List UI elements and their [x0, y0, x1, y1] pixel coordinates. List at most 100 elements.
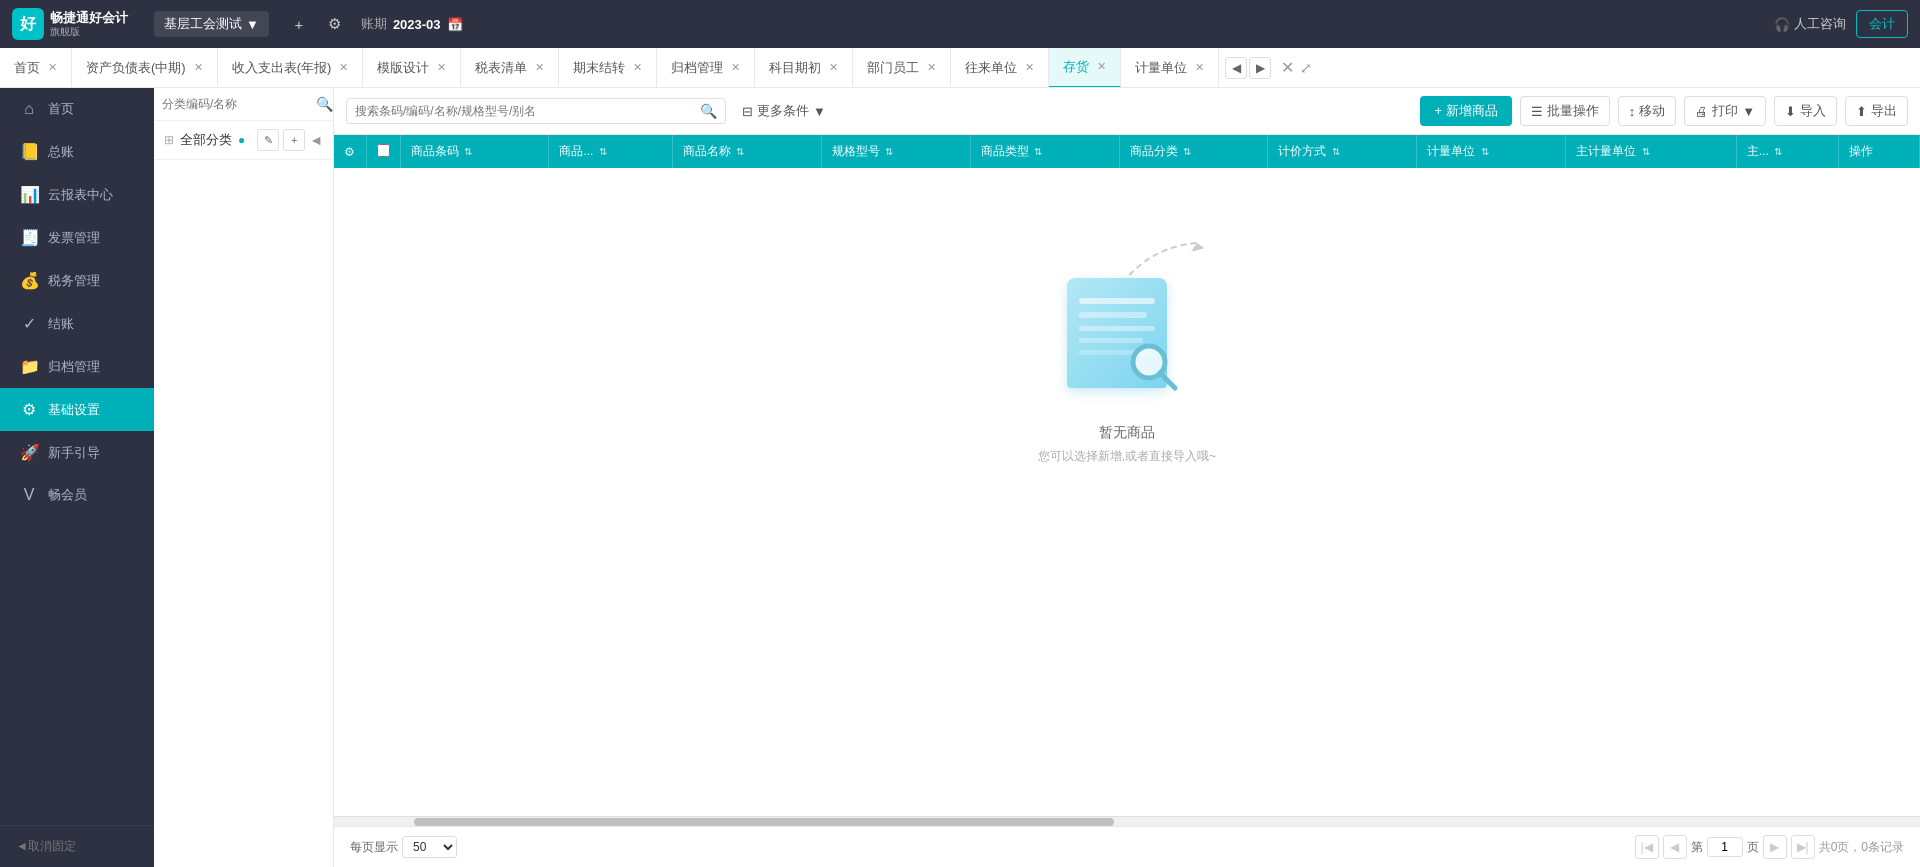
col-category[interactable]: 商品分类 ⇅: [1119, 135, 1268, 168]
expand-tab-button[interactable]: ⤢: [1300, 60, 1312, 76]
svg-line-2: [1160, 373, 1175, 388]
col-main-unit[interactable]: 主计量单位 ⇅: [1566, 135, 1737, 168]
col-code[interactable]: 商品... ⇅: [549, 135, 673, 168]
sidebar-item-home[interactable]: ⌂ 首页: [0, 88, 154, 130]
col-barcode[interactable]: 商品条码 ⇅: [400, 135, 549, 168]
category-check-icon: ●: [238, 133, 245, 147]
col-checkbox[interactable]: [366, 135, 400, 168]
unpin-label: ◄取消固定: [16, 838, 76, 855]
first-page-button[interactable]: |◀: [1635, 835, 1659, 859]
unpin-button[interactable]: ◄取消固定: [0, 825, 154, 867]
col-type[interactable]: 商品类型 ⇅: [970, 135, 1119, 168]
empty-title: 暂无商品: [1099, 424, 1155, 442]
scrollbar-thumb[interactable]: [414, 818, 1114, 826]
org-dropdown-icon: ▼: [246, 17, 259, 32]
tab-archive[interactable]: 归档管理 ✕: [657, 48, 755, 88]
tab-close-inventory[interactable]: ✕: [1097, 60, 1106, 73]
per-page-select[interactable]: 50 10 20 100: [402, 836, 457, 858]
sidebar-item-settings[interactable]: ⚙ 基础设置: [0, 388, 154, 431]
last-page-button[interactable]: ▶|: [1791, 835, 1815, 859]
tab-close-period[interactable]: ✕: [633, 61, 642, 74]
tab-subject-init[interactable]: 科目期初 ✕: [755, 48, 853, 88]
tab-close-archive[interactable]: ✕: [731, 61, 740, 74]
sidebar-item-settle[interactable]: ✓ 结账: [0, 302, 154, 345]
tab-prev-button[interactable]: ◀: [1225, 57, 1247, 79]
invoice-icon: 🧾: [20, 228, 38, 247]
more-filter-button[interactable]: ⊟ 更多条件 ▼: [734, 98, 834, 124]
page-suffix-label: 页: [1747, 839, 1759, 856]
add-category-button[interactable]: +: [283, 129, 305, 151]
sidebar-item-ledger[interactable]: 📒 总账: [0, 130, 154, 173]
page-number-input[interactable]: [1707, 837, 1743, 857]
tab-close-contacts[interactable]: ✕: [1025, 61, 1034, 74]
tab-close-tax[interactable]: ✕: [535, 61, 544, 74]
move-button[interactable]: ↕ 移动: [1618, 96, 1677, 126]
select-all-checkbox[interactable]: [377, 144, 390, 157]
sidebar-item-invoice[interactable]: 🧾 发票管理: [0, 216, 154, 259]
tab-contacts[interactable]: 往来单位 ✕: [951, 48, 1049, 88]
tab-department[interactable]: 部门员工 ✕: [853, 48, 951, 88]
sidebar-item-member[interactable]: V 畅会员: [0, 474, 154, 516]
tab-close-income[interactable]: ✕: [339, 61, 348, 74]
horizontal-scrollbar[interactable]: [334, 816, 1920, 826]
batch-operation-button[interactable]: ☰ 批量操作: [1520, 96, 1610, 126]
col-spec[interactable]: 规格型号 ⇅: [821, 135, 970, 168]
tab-next-button[interactable]: ▶: [1249, 57, 1271, 79]
sidebar-label-settle: 结账: [48, 315, 74, 333]
tab-balance-sheet[interactable]: 资产负债表(中期) ✕: [72, 48, 218, 88]
product-table: ⚙ 商品条码 ⇅ 商品... ⇅ 商品名称 ⇅ 规格型号 ⇅ 商品类型 ⇅ 商品…: [334, 135, 1920, 545]
tab-close-template[interactable]: ✕: [437, 61, 446, 74]
tab-close-dept[interactable]: ✕: [927, 61, 936, 74]
tab-close-unit[interactable]: ✕: [1195, 61, 1204, 74]
col-price-mode[interactable]: 计价方式 ⇅: [1268, 135, 1417, 168]
col-name[interactable]: 商品名称 ⇅: [672, 135, 821, 168]
logo-area: 好 畅捷通好会计 旗舰版: [12, 8, 142, 40]
tab-close-home[interactable]: ✕: [48, 61, 57, 74]
col-main3[interactable]: 主... ⇅: [1736, 135, 1838, 168]
add-tab-button[interactable]: +: [285, 10, 313, 38]
sidebar-item-reports[interactable]: 📊 云报表中心: [0, 173, 154, 216]
category-search: 🔍: [154, 88, 333, 121]
filter-icon: ⊟: [742, 104, 753, 119]
col-unit[interactable]: 计量单位 ⇅: [1417, 135, 1566, 168]
tab-template[interactable]: 模版设计 ✕: [363, 48, 461, 88]
tab-home[interactable]: 首页 ✕: [0, 48, 72, 88]
tab-close-subject[interactable]: ✕: [829, 61, 838, 74]
col-settings[interactable]: ⚙: [334, 135, 366, 168]
ai-icon: 🎧: [1774, 17, 1790, 32]
import-button[interactable]: ⬇ 导入: [1774, 96, 1837, 126]
add-product-button[interactable]: + 新增商品: [1420, 96, 1511, 126]
sidebar-item-guide[interactable]: 🚀 新手引导: [0, 431, 154, 474]
account-button[interactable]: 会计: [1856, 10, 1908, 38]
sidebar-item-tax[interactable]: 💰 税务管理: [0, 259, 154, 302]
export-button[interactable]: ⬆ 导出: [1845, 96, 1908, 126]
search-bar-icon[interactable]: 🔍: [700, 103, 717, 119]
prev-page-button[interactable]: ◀: [1663, 835, 1687, 859]
close-all-tabs-button[interactable]: ✕: [1281, 58, 1294, 77]
settle-icon: ✓: [20, 314, 38, 333]
settings-button[interactable]: ⚙: [321, 10, 349, 38]
content-area: 🔍 ⊞ 全部分类 ● ✎ + ◄: [154, 88, 1920, 867]
all-categories-label[interactable]: 全部分类: [180, 131, 232, 149]
export-icon: ⬆: [1856, 104, 1867, 119]
tab-unit[interactable]: 计量单位 ✕: [1121, 48, 1219, 88]
tab-inventory[interactable]: 存货 ✕: [1049, 48, 1121, 88]
tab-close-balance[interactable]: ✕: [194, 61, 203, 74]
sidebar-label-ledger: 总账: [48, 143, 74, 161]
product-search-input[interactable]: [355, 104, 694, 118]
calendar-icon[interactable]: 📅: [447, 17, 463, 32]
tab-tax-list[interactable]: 税表清单 ✕: [461, 48, 559, 88]
tab-income-statement[interactable]: 收入支出表(年报) ✕: [218, 48, 364, 88]
collapse-panel-button[interactable]: ◄: [309, 132, 323, 148]
next-page-button[interactable]: ▶: [1763, 835, 1787, 859]
org-selector[interactable]: 基层工会测试 ▼: [154, 11, 269, 37]
pagination: |◀ ◀ 第 页 ▶ ▶| 共0页，0条记录: [1635, 835, 1904, 859]
ai-consultation-button[interactable]: 🎧 人工咨询: [1774, 15, 1846, 33]
edit-category-button[interactable]: ✎: [257, 129, 279, 151]
category-search-icon[interactable]: 🔍: [316, 96, 333, 112]
tab-period-carry[interactable]: 期末结转 ✕: [559, 48, 657, 88]
print-button[interactable]: 🖨 打印 ▼: [1684, 96, 1766, 126]
sidebar-item-archive[interactable]: 📁 归档管理: [0, 345, 154, 388]
total-info: 共0页，0条记录: [1819, 839, 1904, 856]
category-search-input[interactable]: [162, 97, 312, 111]
